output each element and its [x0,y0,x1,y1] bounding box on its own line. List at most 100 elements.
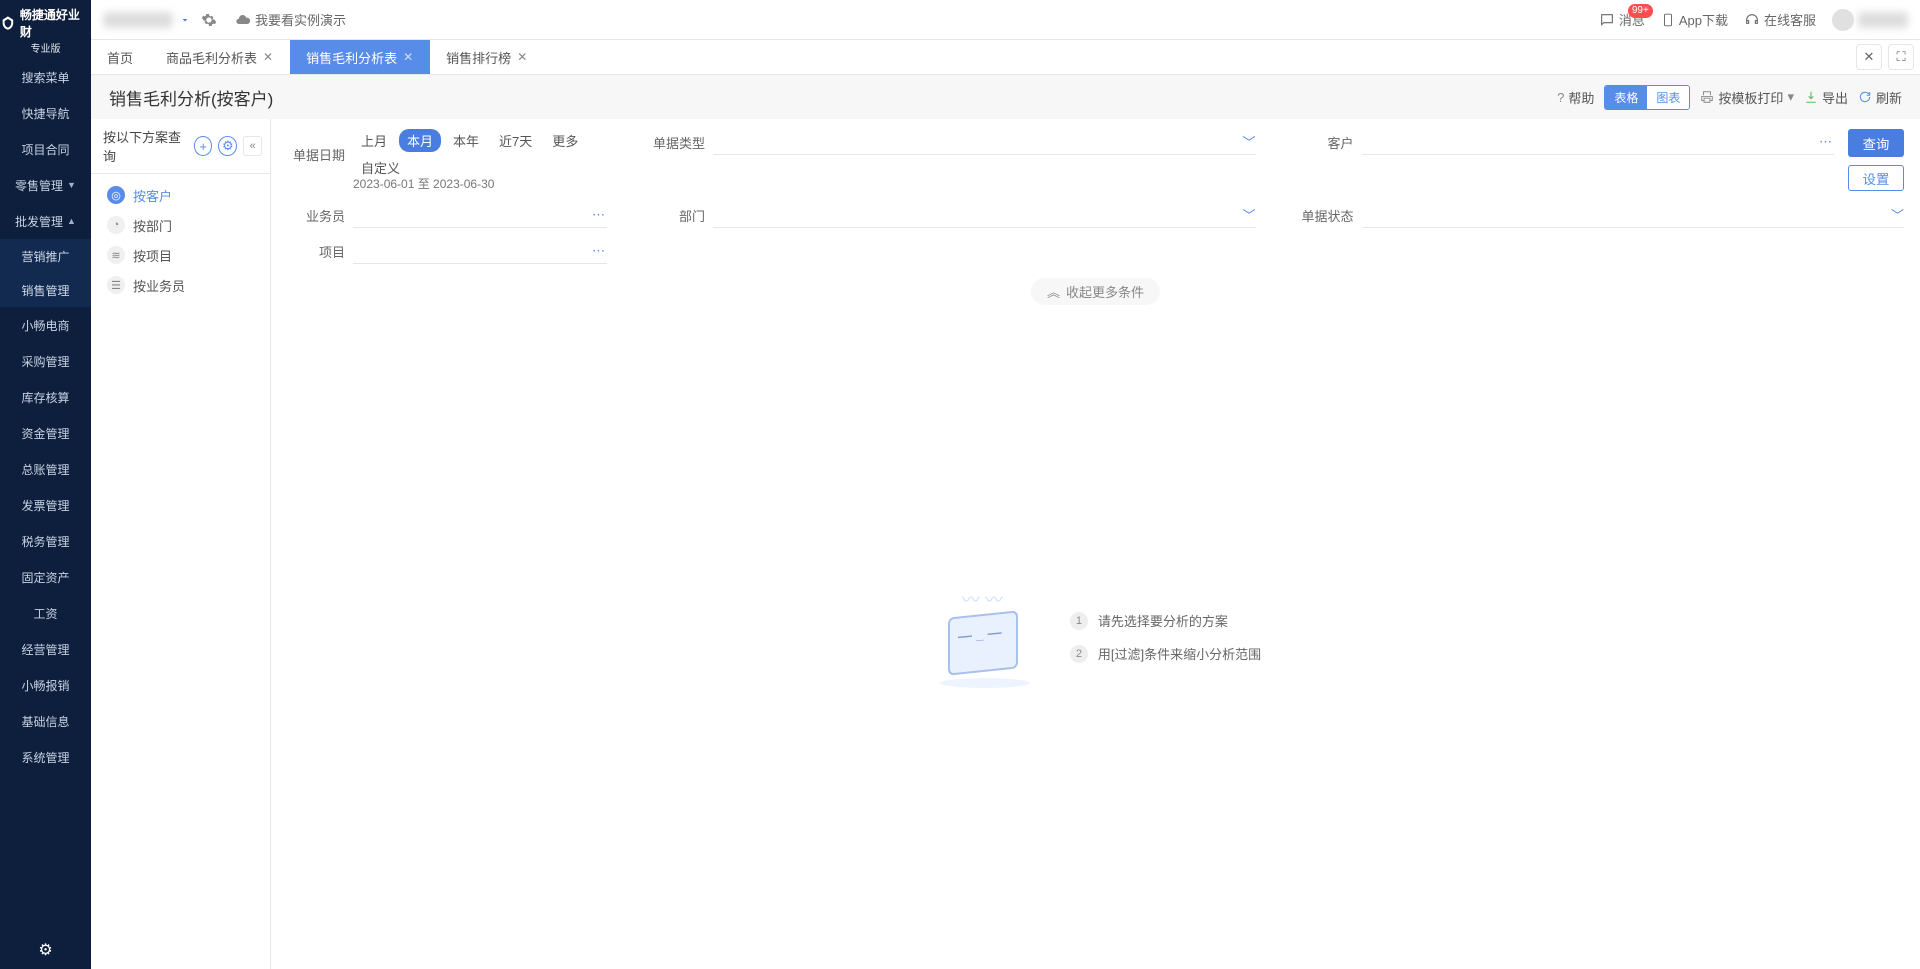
sidebar-item-10[interactable]: 发票管理 [0,487,91,523]
sidebar-item-12[interactable]: 固定资产 [0,559,91,595]
export-icon [1804,90,1818,104]
scheme-item-3[interactable]: ☰按业务员 [91,270,270,300]
more-icon[interactable]: ⋯ [592,243,607,259]
step-number-1: 1 [1070,612,1088,630]
avatar-icon [1832,9,1854,31]
date-pill-4[interactable]: 更多 [544,129,586,152]
export-button[interactable]: 导出 [1804,88,1848,107]
brand-logo: 畅捷通好业财 专业版 [0,0,91,59]
scheme-icon: ☰ [107,276,125,294]
sidebar-settings-icon[interactable]: ⚙ [0,931,91,969]
settings-button[interactable]: 设置 [1848,165,1904,191]
date-range-pills[interactable]: 上月本月本年近7天更多自定义 [353,129,607,179]
filter-doc-type[interactable]: 单据类型 ﹀ [647,129,1256,155]
sidebar-item-15[interactable]: 小畅报销 [0,667,91,703]
scheme-settings-button[interactable]: ⚙ [218,136,237,156]
help-link[interactable]: ?帮助 [1557,88,1594,107]
filter-customer[interactable]: 客户 ⋯ [1296,129,1835,155]
tab-close-all-button[interactable]: ✕ [1856,44,1882,70]
scheme-item-0[interactable]: ◎按客户 [91,180,270,210]
filter-salesman[interactable]: 业务员 ⋯ [287,202,607,228]
date-pill-0[interactable]: 上月 [353,129,395,152]
sidebar-item-17[interactable]: 系统管理 [0,739,91,775]
chevron-down-icon: ﹀ [1891,205,1904,224]
scheme-icon: ◔ [107,216,125,234]
cloud-icon [235,12,251,28]
sidebar-item-6[interactable]: 采购管理 [0,343,91,379]
scheme-collapse-button[interactable]: « [243,136,262,156]
filter-dept[interactable]: 部门 ﹀ [647,202,1256,228]
app-download-button[interactable]: App下载 [1661,10,1728,29]
user-menu[interactable] [1832,9,1908,31]
filter-status[interactable]: 单据状态 ﹀ [1296,202,1905,228]
messages-button[interactable]: 消息 99+ [1599,10,1645,29]
date-pill-2[interactable]: 本年 [445,129,487,152]
demo-link[interactable]: 我要看实例演示 [235,10,346,29]
view-table-option[interactable]: 表格 [1605,86,1647,109]
close-icon[interactable]: ✕ [517,50,527,64]
date-pill-3[interactable]: 近7天 [491,129,540,152]
page-title: 销售毛利分析(按客户) [109,85,273,110]
scheme-item-1[interactable]: ◔按部门 [91,210,270,240]
sidebar-item-16[interactable]: 基础信息 [0,703,91,739]
refresh-button[interactable]: 刷新 [1858,88,1902,107]
chevron-down-icon [179,14,191,26]
sidebar-subitem-0[interactable]: 营销推广 [0,239,91,273]
chevron-up-icon: ▲ [67,216,76,226]
sidebar-item-4[interactable]: 批发管理▲ [0,203,91,239]
left-sidebar: 畅捷通好业财 专业版 搜索菜单快捷导航项目合同零售管理▼批发管理▲营销推广销售管… [0,0,91,969]
print-button[interactable]: 按模板打印 ▾ [1700,88,1794,107]
printer-icon [1700,90,1714,104]
empty-step-2: 用[过滤]条件来缩小分析范围 [1098,644,1261,663]
tabstrip: 首页商品毛利分析表✕销售毛利分析表✕销售排行榜✕ ✕ ⛶ [91,40,1920,75]
sidebar-item-11[interactable]: 税务管理 [0,523,91,559]
more-icon[interactable]: ⋯ [1819,134,1834,150]
empty-state: 〰 〰 — _ — 1 请先选择要分析的方案 2 用[过滤]条件来缩小分析范围 [287,305,1904,969]
brand-icon [0,15,16,31]
org-gear-icon[interactable] [201,12,217,28]
step-number-2: 2 [1070,645,1088,663]
org-selector[interactable] [103,12,191,28]
scheme-item-2[interactable]: ≋按项目 [91,240,270,270]
fold-conditions-button[interactable]: ︽ 收起更多条件 [1031,278,1160,305]
sidebar-item-1[interactable]: 快捷导航 [0,95,91,131]
more-icon[interactable]: ⋯ [592,207,607,223]
filter-project[interactable]: 项目 ⋯ [287,238,607,264]
messages-badge: 99+ [1628,4,1653,18]
sidebar-item-14[interactable]: 经营管理 [0,631,91,667]
sidebar-subitem-1[interactable]: 销售管理 [0,273,91,307]
empty-illustration: 〰 〰 — _ — [930,582,1040,692]
empty-step-1: 请先选择要分析的方案 [1098,611,1228,630]
sidebar-item-9[interactable]: 总账管理 [0,451,91,487]
chevron-down-icon: ﹀ [1242,205,1255,224]
chevron-down-icon: ﹀ [1242,132,1255,151]
close-icon[interactable]: ✕ [403,50,413,64]
sidebar-item-3[interactable]: 零售管理▼ [0,167,91,203]
sidebar-item-2[interactable]: 项目合同 [0,131,91,167]
tab-2[interactable]: 销售毛利分析表✕ [290,40,430,74]
phone-icon [1661,12,1675,28]
sidebar-item-13[interactable]: 工资 [0,595,91,631]
scheme-title: 按以下方案查询 [103,127,188,165]
view-chart-option[interactable]: 图表 [1647,86,1689,109]
close-icon[interactable]: ✕ [263,50,273,64]
message-icon [1599,12,1615,28]
date-pill-1[interactable]: 本月 [399,129,441,152]
scheme-icon: ◎ [107,186,125,204]
topbar: 我要看实例演示 消息 99+ App下载 在线客服 [91,0,1920,40]
query-button[interactable]: 查询 [1848,129,1904,157]
tab-0[interactable]: 首页 [91,40,150,74]
refresh-icon [1858,90,1872,104]
sidebar-item-8[interactable]: 资金管理 [0,415,91,451]
tab-1[interactable]: 商品毛利分析表✕ [150,40,290,74]
fullscreen-button[interactable]: ⛶ [1888,44,1914,70]
sidebar-item-7[interactable]: 库存核算 [0,379,91,415]
sidebar-item-5[interactable]: 小畅电商 [0,307,91,343]
sidebar-item-0[interactable]: 搜索菜单 [0,59,91,95]
customer-service-button[interactable]: 在线客服 [1744,10,1816,29]
filter-date: 单据日期 上月本月本年近7天更多自定义 [287,129,607,179]
view-mode-segment[interactable]: 表格 图表 [1604,85,1690,110]
page-header: 销售毛利分析(按客户) ?帮助 表格 图表 按模板打印 ▾ 导出 [91,75,1920,119]
scheme-add-button[interactable]: + [194,136,213,156]
tab-3[interactable]: 销售排行榜✕ [430,40,544,74]
